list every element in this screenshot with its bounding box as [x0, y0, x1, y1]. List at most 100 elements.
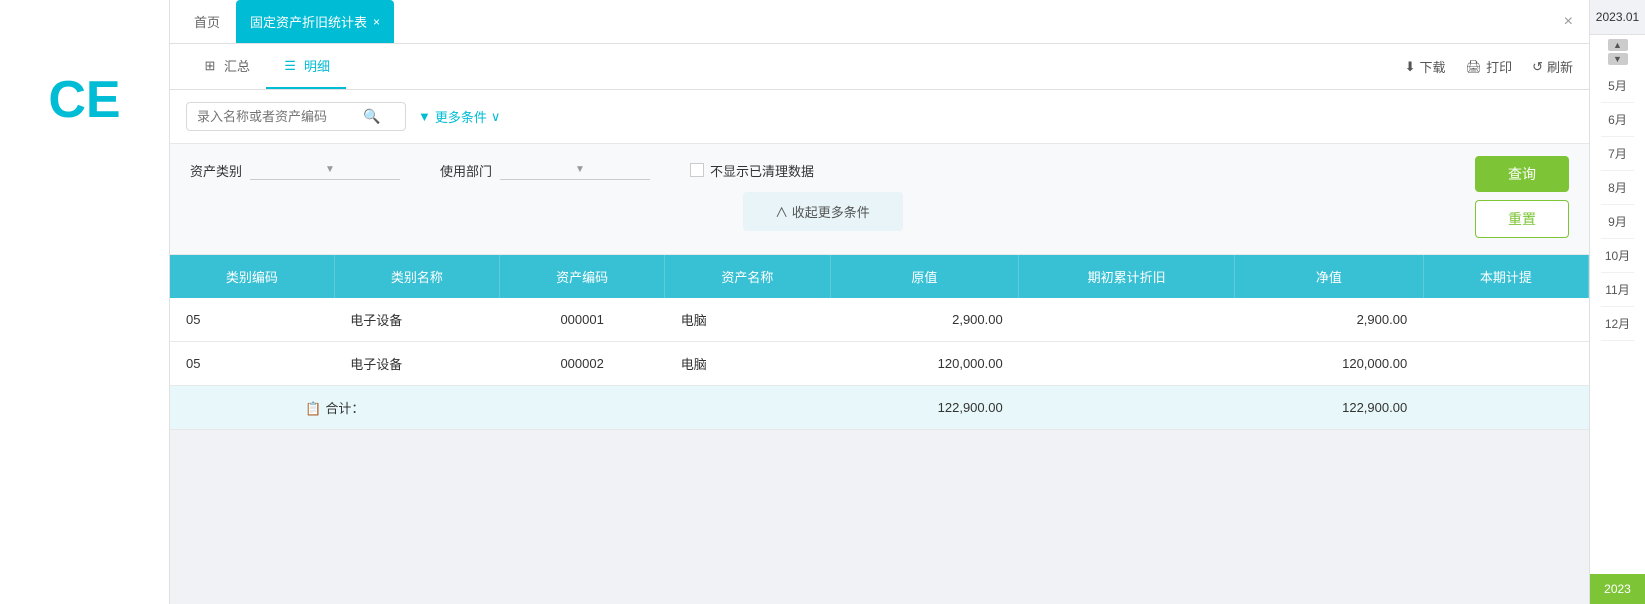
- month-item[interactable]: 6月: [1601, 103, 1634, 137]
- col-accumulated-depreciation: 期初累计折旧: [1019, 255, 1235, 298]
- filter-area: 🔍 ▼ 更多条件 ∨: [170, 90, 1589, 144]
- data-table: 类别编码 类别名称 资产编码 资产名称 原值 期初累计折旧 净值 本期计提 05…: [170, 255, 1589, 430]
- logo-area: CE: [0, 0, 170, 604]
- search-input[interactable]: [197, 109, 357, 124]
- month-item[interactable]: 7月: [1601, 137, 1634, 171]
- logo-text: CE: [48, 74, 120, 126]
- filter-row-1: 资产类别 ▼ 使用部门 ▼: [190, 160, 1455, 180]
- tab-summary[interactable]: ⊞ 汇总: [186, 44, 266, 89]
- advanced-filter-panel: 资产类别 ▼ 使用部门 ▼: [170, 144, 1589, 255]
- print-icon: 🖨: [1466, 59, 1483, 75]
- search-input-wrap[interactable]: 🔍: [186, 102, 406, 131]
- cell-total-accumulated: [1019, 386, 1235, 430]
- cell-original-value: 120,000.00: [830, 342, 1019, 386]
- cell-category-name: 电子设备: [334, 342, 499, 386]
- asset-category-arrow-icon: ▼: [325, 164, 392, 175]
- chevron-down-icon: ∨: [491, 109, 501, 125]
- cell-asset-name: 电脑: [665, 298, 830, 342]
- more-conditions-label: 更多条件: [435, 107, 487, 126]
- search-row: 🔍 ▼ 更多条件 ∨: [186, 102, 1573, 131]
- month-item[interactable]: 10月: [1601, 239, 1634, 273]
- month-item[interactable]: 12月: [1601, 307, 1634, 341]
- collapse-icon: ∧: [775, 205, 792, 220]
- scroll-down-button[interactable]: ▼: [1608, 53, 1628, 65]
- active-tab[interactable]: 固定资产折旧统计表 ×: [236, 0, 394, 43]
- tab-actions: ⬇ 下载 🖨 打印 ↺ 刷新: [1405, 57, 1573, 76]
- scroll-up-button[interactable]: ▲: [1608, 39, 1628, 51]
- cell-accumulated-depreciation: [1019, 342, 1235, 386]
- cell-total-original-value: 122,900.00: [830, 386, 1019, 430]
- active-tab-label: 固定资产折旧统计表: [250, 12, 367, 31]
- main-content: 首页 固定资产折旧统计表 × × ⊞ 汇总 ☰ 明细 ⬇ 下载 🖨 打印 ↺: [170, 0, 1589, 604]
- month-item[interactable]: 8月: [1601, 171, 1634, 205]
- cell-original-value: 2,900.00: [830, 298, 1019, 342]
- top-nav: 首页 固定资产折旧统计表 × ×: [170, 0, 1589, 44]
- scroll-arrows: ▲ ▼: [1604, 35, 1632, 69]
- collapse-conditions-button[interactable]: ∧ 收起更多条件: [743, 192, 903, 231]
- cell-category-code: 05: [170, 342, 334, 386]
- tab-summary-label: 汇总: [224, 56, 250, 75]
- tab-close-button[interactable]: ×: [373, 15, 380, 29]
- table-area: 类别编码 类别名称 资产编码 资产名称 原值 期初累计折旧 净值 本期计提 05…: [170, 255, 1589, 604]
- collapse-label: 收起更多条件: [792, 205, 870, 220]
- department-field: 使用部门 ▼: [440, 160, 650, 180]
- reset-button[interactable]: 重置: [1475, 200, 1569, 238]
- nav-home[interactable]: 首页: [186, 12, 228, 31]
- layers-icon: ⊞: [202, 58, 218, 74]
- department-select[interactable]: ▼: [500, 160, 650, 180]
- search-icon: 🔍: [363, 108, 380, 125]
- col-current-depreciation: 本期计提: [1423, 255, 1588, 298]
- window-close-button[interactable]: ×: [1564, 13, 1573, 31]
- cell-asset-code: 000001: [500, 298, 665, 342]
- download-icon: ⬇: [1405, 59, 1416, 75]
- hide-cleared-field: 不显示已清理数据: [690, 161, 814, 180]
- table-row: 05 电子设备 000002 电脑 120,000.00 120,000.00: [170, 342, 1589, 386]
- filter-icon: ▼: [418, 109, 431, 124]
- print-label: 打印: [1486, 57, 1512, 76]
- col-category-name: 类别名称: [334, 255, 499, 298]
- hide-cleared-label: 不显示已清理数据: [710, 161, 814, 180]
- col-category-code: 类别编码: [170, 255, 334, 298]
- hide-cleared-checkbox[interactable]: [690, 163, 704, 177]
- cell-total-current: [1423, 386, 1588, 430]
- filter-buttons: 查询 重置: [1475, 156, 1569, 238]
- cell-total-net-value: 122,900.00: [1235, 386, 1424, 430]
- col-asset-code: 资产编码: [500, 255, 665, 298]
- asset-category-select[interactable]: ▼: [250, 160, 400, 180]
- download-button[interactable]: ⬇ 下载: [1405, 57, 1446, 76]
- month-list: 5月6月7月8月9月10月11月12月: [1601, 69, 1634, 341]
- cell-asset-code: 000002: [500, 342, 665, 386]
- cell-net-value: 2,900.00: [1235, 298, 1424, 342]
- refresh-button[interactable]: ↺ 刷新: [1532, 57, 1573, 76]
- cell-category-code: 05: [170, 298, 334, 342]
- asset-category-field: 资产类别 ▼: [190, 160, 400, 180]
- cell-current-depreciation: [1423, 342, 1588, 386]
- cell-net-value: 120,000.00: [1235, 342, 1424, 386]
- refresh-icon: ↺: [1532, 59, 1543, 75]
- department-label: 使用部门: [440, 161, 492, 180]
- department-arrow-icon: ▼: [575, 164, 642, 175]
- cell-accumulated-depreciation: [1019, 298, 1235, 342]
- right-sidebar: 2023.01 ▲ ▼ 5月6月7月8月9月10月11月12月 2023: [1589, 0, 1645, 604]
- print-button[interactable]: 🖨 打印: [1466, 57, 1513, 76]
- refresh-label: 刷新: [1547, 57, 1573, 76]
- tab-detail[interactable]: ☰ 明细: [266, 44, 346, 89]
- col-net-value: 净值: [1235, 255, 1424, 298]
- table-row: 05 电子设备 000001 电脑 2,900.00 2,900.00: [170, 298, 1589, 342]
- asset-category-label: 资产类别: [190, 161, 242, 180]
- month-item[interactable]: 9月: [1601, 205, 1634, 239]
- table-header-row: 类别编码 类别名称 资产编码 资产名称 原值 期初累计折旧 净值 本期计提: [170, 255, 1589, 298]
- cell-category-name: 电子设备: [334, 298, 499, 342]
- date-header: 2023.01: [1590, 0, 1645, 35]
- cell-asset-name: 电脑: [665, 342, 830, 386]
- list-icon: ☰: [282, 58, 298, 74]
- more-conditions-button[interactable]: ▼ 更多条件 ∨: [418, 107, 500, 126]
- month-item[interactable]: 5月: [1601, 69, 1634, 103]
- cell-total-label: 📋合计：: [170, 386, 500, 430]
- tab-bar: ⊞ 汇总 ☰ 明细 ⬇ 下载 🖨 打印 ↺ 刷新: [170, 44, 1589, 90]
- month-item[interactable]: 11月: [1601, 273, 1634, 307]
- query-button[interactable]: 查询: [1475, 156, 1569, 192]
- download-label: 下载: [1420, 57, 1446, 76]
- col-original-value: 原值: [830, 255, 1019, 298]
- year-badge: 2023: [1590, 574, 1645, 604]
